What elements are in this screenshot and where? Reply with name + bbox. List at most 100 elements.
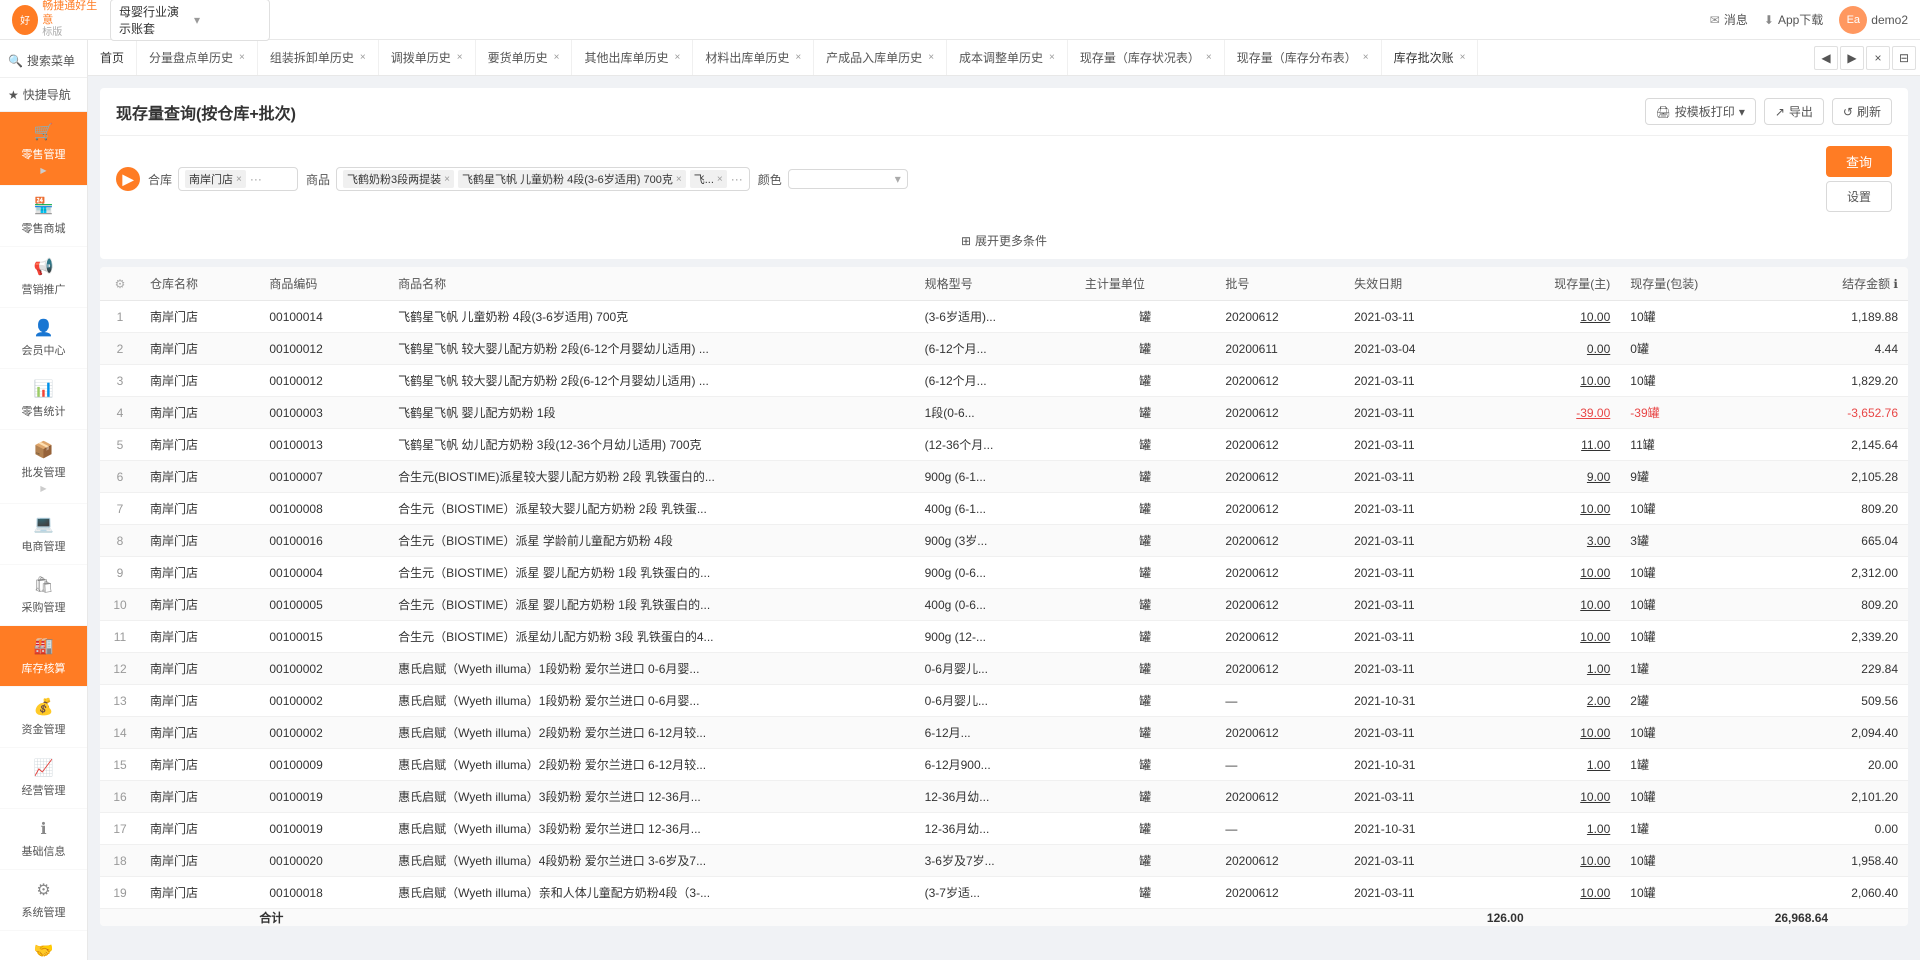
tab-close-icon[interactable]: ×: [239, 52, 245, 63]
store-icon: 🏪: [34, 196, 54, 216]
warehouse-more-btn[interactable]: ···: [250, 172, 262, 186]
warehouse-tag-container[interactable]: 南岸门店 × ···: [178, 167, 298, 191]
table-row: 17 南岸门店 00100019 惠氏启赋（Wyeth illuma）3段奶粉 …: [100, 813, 1908, 845]
industry-selector[interactable]: 母婴行业演示账套 ▾: [110, 0, 270, 41]
row-qty-main[interactable]: 10.00: [1487, 621, 1620, 653]
tab-close-all-btn[interactable]: ×: [1866, 46, 1890, 70]
tab-close-icon-11[interactable]: ×: [1460, 52, 1466, 63]
sidebar-item-system[interactable]: ⚙ 系统管理: [0, 870, 87, 931]
column-settings-icon[interactable]: ⚙: [115, 277, 126, 291]
filter-expand-btn[interactable]: ▶: [116, 167, 140, 191]
warehouse-tag-close[interactable]: ×: [236, 174, 242, 185]
tab-stock-batch[interactable]: 库存批次账 ×: [1382, 40, 1479, 76]
row-qty-main[interactable]: 3.00: [1487, 525, 1620, 557]
sidebar-item-inventory[interactable]: 🏭 库存核算: [0, 626, 87, 687]
sidebar-item-operations[interactable]: 📈 经营管理: [0, 748, 87, 809]
sidebar-item-purchase[interactable]: 🛍 采购管理: [0, 565, 87, 626]
row-unit: 罐: [1075, 589, 1215, 621]
tab-close-icon-8[interactable]: ×: [1049, 52, 1055, 63]
tab-close-icon-6[interactable]: ×: [795, 52, 801, 63]
product-tag-3-close[interactable]: ×: [717, 174, 723, 185]
product-tag-2-close[interactable]: ×: [676, 174, 682, 185]
tab-close-icon-2[interactable]: ×: [360, 52, 366, 63]
export-btn[interactable]: ↗ 导出: [1764, 98, 1824, 125]
sidebar-item-finance[interactable]: 💰 资金管理: [0, 687, 87, 748]
tab-product-in-history[interactable]: 产成品入库单历史 ×: [814, 40, 947, 76]
product-tag-1-close[interactable]: ×: [444, 174, 450, 185]
row-qty-main[interactable]: 11.00: [1487, 429, 1620, 461]
row-expire: 2021-03-11: [1344, 525, 1487, 557]
row-spec: 6-12月900...: [915, 749, 1075, 781]
tab-menu-btn[interactable]: ⊟: [1892, 46, 1916, 70]
sidebar-item-marketing[interactable]: 📢 营销推广: [0, 247, 87, 308]
message-btn[interactable]: ✉ 消息: [1710, 11, 1748, 28]
product-more-btn[interactable]: ···: [731, 172, 743, 186]
tab-other-out-history[interactable]: 其他出库单历史 ×: [572, 40, 693, 76]
tab-home[interactable]: 首页: [88, 40, 137, 76]
row-qty-main[interactable]: -39.00: [1487, 397, 1620, 429]
sidebar-item-retail-mgmt[interactable]: 🛒 零售管理 ▶: [0, 112, 87, 186]
refresh-btn[interactable]: ↺ 刷新: [1832, 98, 1892, 125]
sidebar-item-ecommerce[interactable]: 💻 电商管理: [0, 504, 87, 565]
tab-stock-status[interactable]: 现存量（库存状况表） ×: [1068, 40, 1225, 76]
template-print-btn[interactable]: 🖨 按模板打印 ▾: [1645, 98, 1756, 125]
row-qty-main[interactable]: 2.00: [1487, 685, 1620, 717]
tab-assembly-history[interactable]: 组装拆卸单历史 ×: [258, 40, 379, 76]
row-expire: 2021-10-31: [1344, 813, 1487, 845]
sidebar-item-base-info[interactable]: ℹ 基础信息: [0, 809, 87, 870]
tab-material-out-history[interactable]: 材料出库单历史 ×: [693, 40, 814, 76]
quick-nav-area[interactable]: ★ 快捷导航: [0, 78, 87, 112]
row-qty-main[interactable]: 1.00: [1487, 653, 1620, 685]
sidebar-item-collab[interactable]: 🤝 企业协同: [0, 931, 87, 960]
expand-more-btn[interactable]: ⊞ 展开更多条件: [961, 226, 1047, 255]
row-qty-main[interactable]: 10.00: [1487, 781, 1620, 813]
sidebar-item-wholesale[interactable]: 📦 批发管理 ▶: [0, 430, 87, 504]
tab-close-icon-9[interactable]: ×: [1206, 52, 1212, 63]
tab-close-icon-7[interactable]: ×: [928, 52, 934, 63]
row-qty-pkg: 2罐: [1620, 685, 1774, 717]
row-qty-main[interactable]: 10.00: [1487, 845, 1620, 877]
tab-stock-dist[interactable]: 现存量（库存分布表） ×: [1225, 40, 1382, 76]
sidebar-item-retail-stats[interactable]: 📊 零售统计: [0, 369, 87, 430]
row-qty-main[interactable]: 10.00: [1487, 877, 1620, 909]
table-row: 16 南岸门店 00100019 惠氏启赋（Wyeth illuma）3段奶粉 …: [100, 781, 1908, 813]
color-tag-container[interactable]: ▾: [788, 169, 908, 189]
row-qty-main[interactable]: 10.00: [1487, 717, 1620, 749]
settings-btn[interactable]: 设置: [1826, 181, 1892, 212]
row-qty-main[interactable]: 10.00: [1487, 365, 1620, 397]
query-btn[interactable]: 查询: [1826, 146, 1892, 177]
row-qty-main[interactable]: 10.00: [1487, 557, 1620, 589]
row-qty-main[interactable]: 10.00: [1487, 301, 1620, 333]
product-tag-container[interactable]: 飞鹤奶粉3段两提装 × 飞鹤星飞帆 儿童奶粉 4段(3-6岁适用) 700克 ×…: [336, 167, 750, 191]
row-code: 00100007: [259, 461, 388, 493]
tab-next-btn[interactable]: ▶: [1840, 46, 1864, 70]
tab-inventory-history[interactable]: 分量盘点单历史 ×: [137, 40, 258, 76]
row-unit: 罐: [1075, 493, 1215, 525]
user-profile-btn[interactable]: Ea demo2: [1839, 6, 1908, 34]
tab-close-icon-5[interactable]: ×: [674, 52, 680, 63]
tab-cost-adj-history[interactable]: 成本调整单历史 ×: [947, 40, 1068, 76]
search-menu-btn[interactable]: 🔍 搜索菜单: [8, 48, 79, 73]
tab-transfer-history[interactable]: 调拨单历史 ×: [379, 40, 476, 76]
tab-order-history[interactable]: 要货单历史 ×: [476, 40, 573, 76]
row-code: 00100008: [259, 493, 388, 525]
tab-close-icon-4[interactable]: ×: [554, 52, 560, 63]
tab-prev-btn[interactable]: ◀: [1814, 46, 1838, 70]
sidebar-item-member[interactable]: 👤 会员中心: [0, 308, 87, 369]
sidebar-search-area[interactable]: 🔍 搜索菜单: [0, 40, 87, 78]
row-balance: 809.20: [1775, 493, 1908, 525]
row-qty-main[interactable]: 0.00: [1487, 333, 1620, 365]
collab-icon: 🤝: [34, 941, 54, 960]
tab-close-icon-10[interactable]: ×: [1363, 52, 1369, 63]
row-qty-main[interactable]: 10.00: [1487, 493, 1620, 525]
row-balance: 1,958.40: [1775, 845, 1908, 877]
row-qty-main[interactable]: 1.00: [1487, 749, 1620, 781]
quick-nav-btn[interactable]: ★ 快捷导航: [8, 82, 79, 107]
row-qty-main[interactable]: 1.00: [1487, 813, 1620, 845]
tab-close-icon-3[interactable]: ×: [457, 52, 463, 63]
app-download-btn[interactable]: ⬇ App下载: [1764, 11, 1823, 28]
row-balance: -3,652.76: [1775, 397, 1908, 429]
row-qty-main[interactable]: 10.00: [1487, 589, 1620, 621]
row-qty-main[interactable]: 9.00: [1487, 461, 1620, 493]
sidebar-item-retail-store[interactable]: 🏪 零售商城: [0, 186, 87, 247]
